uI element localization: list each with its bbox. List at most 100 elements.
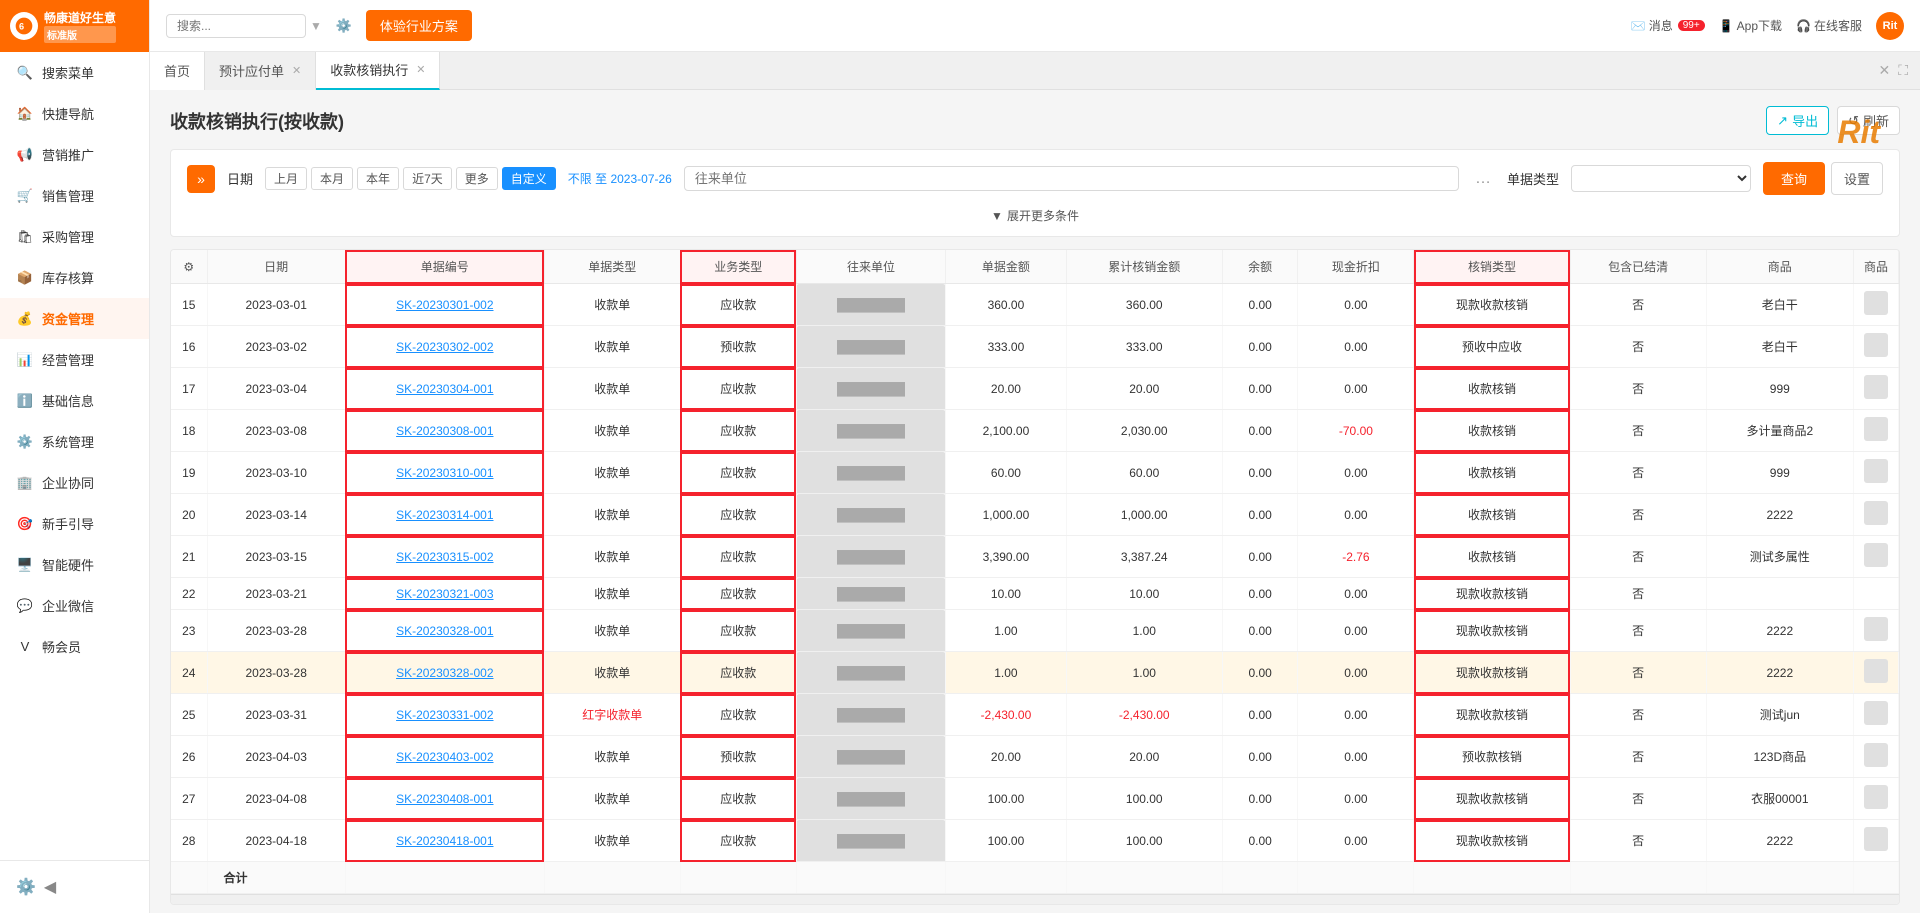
table-row: 222023-03-21SK-20230321-003收款单应收款███████…	[171, 578, 1899, 610]
sidebar-item-guide[interactable]: 🎯 新手引导	[0, 503, 149, 544]
app-download-button[interactable]: 📱 App下载	[1719, 17, 1782, 34]
sidebar-item-wechat[interactable]: 💬 企业微信	[0, 585, 149, 626]
home-icon: 🏠	[16, 105, 34, 123]
row-cancel-type: 收款核销	[1414, 410, 1570, 452]
doc-no-link[interactable]: SK-20230301-002	[396, 298, 493, 312]
filter-partner-input[interactable]	[684, 166, 1459, 191]
user-avatar[interactable]: Rit	[1876, 12, 1904, 40]
sidebar-item-finance[interactable]: 💰 资金管理	[0, 298, 149, 339]
row-biz-type: 预收款	[680, 326, 796, 368]
row-balance: 0.00	[1222, 578, 1298, 610]
sidebar-item-hardware[interactable]: 🖥️ 智能硬件	[0, 544, 149, 585]
tab-receipt-cancel[interactable]: 收款核销执行 ✕	[316, 52, 440, 90]
doc-no-link[interactable]: SK-20230408-001	[396, 792, 493, 806]
topbar-dropdown-icon[interactable]: ▼	[310, 19, 322, 33]
tab-receipt-cancel-close[interactable]: ✕	[416, 63, 425, 76]
row-no: 25	[171, 694, 207, 736]
row-cum-cancel: 2,030.00	[1066, 410, 1222, 452]
row-include-settled: 否	[1570, 368, 1706, 410]
row-biz-type: 应收款	[680, 578, 796, 610]
doc-no-link[interactable]: SK-20230315-002	[396, 550, 493, 564]
row-include-settled: 否	[1570, 284, 1706, 326]
doc-no-link[interactable]: SK-20230308-001	[396, 424, 493, 438]
filter-date-more[interactable]: 更多	[456, 167, 498, 190]
sidebar-item-operations[interactable]: 📊 经营管理	[0, 339, 149, 380]
filter-date-last-month[interactable]: 上月	[265, 167, 307, 190]
filter-date-this-year[interactable]: 本年	[357, 167, 399, 190]
sidebar-item-search[interactable]: 🔍 搜索菜单	[0, 52, 149, 93]
doc-no-link[interactable]: SK-20230302-002	[396, 340, 493, 354]
doc-no-link[interactable]: SK-20230403-002	[396, 750, 493, 764]
filter-toggle-button[interactable]: »	[187, 165, 215, 193]
filter-type-select[interactable]	[1571, 165, 1751, 192]
row-doc-no: SK-20230408-001	[345, 778, 544, 820]
col-cancel-type[interactable]: 核销类型	[1414, 250, 1570, 284]
sidebar-item-member[interactable]: V 畅会员	[0, 626, 149, 667]
col-date[interactable]: 日期	[207, 250, 345, 284]
col-balance[interactable]: 余额	[1222, 250, 1298, 284]
row-product2	[1853, 736, 1898, 778]
doc-no-link[interactable]: SK-20230321-003	[396, 587, 493, 601]
doc-no-link[interactable]: SK-20230328-001	[396, 624, 493, 638]
doc-no-link[interactable]: SK-20230314-001	[396, 508, 493, 522]
solution-button[interactable]: 体验行业方案	[366, 10, 472, 41]
row-product2	[1853, 820, 1898, 862]
col-cash-discount[interactable]: 现金折扣	[1298, 250, 1414, 284]
col-doc-type[interactable]: 单据类型	[544, 250, 680, 284]
sidebar-item-quick-nav[interactable]: 🏠 快捷导航	[0, 93, 149, 134]
sidebar-item-system[interactable]: ⚙️ 系统管理	[0, 421, 149, 462]
row-include-settled: 否	[1570, 778, 1706, 820]
row-cum-cancel: 20.00	[1066, 368, 1222, 410]
messages-button[interactable]: ✉️ 消息 99+	[1631, 17, 1705, 34]
tab-maximize-icon[interactable]: ⛶	[1898, 62, 1908, 79]
sidebar-item-purchase[interactable]: 🛍 采购管理	[0, 216, 149, 257]
row-no: 27	[171, 778, 207, 820]
row-cancel-type: 现款收款核销	[1414, 652, 1570, 694]
col-biz-type[interactable]: 业务类型	[680, 250, 796, 284]
sidebar-item-basic[interactable]: ℹ️ 基础信息	[0, 380, 149, 421]
row-biz-type: 应收款	[680, 452, 796, 494]
row-partner: ████████	[796, 494, 946, 536]
svg-text:6: 6	[19, 21, 24, 31]
sidebar-item-marketing[interactable]: 📢 营销推广	[0, 134, 149, 175]
tab-prepay[interactable]: 预计应付单 ✕	[205, 52, 316, 90]
expand-button[interactable]: ▼ 展开更多条件	[991, 207, 1079, 224]
info-icon: ℹ️	[16, 392, 34, 410]
sidebar-item-enterprise[interactable]: 🏢 企业协同	[0, 462, 149, 503]
table-row: 202023-03-14SK-20230314-001收款单应收款███████…	[171, 494, 1899, 536]
filter-date-custom[interactable]: 自定义	[502, 167, 556, 190]
col-gear[interactable]: ⚙	[171, 250, 207, 284]
export-button[interactable]: ↗ 导出	[1766, 106, 1829, 135]
col-include-settled[interactable]: 包含已结清	[1570, 250, 1706, 284]
topbar-gear-icon[interactable]: ⚙️	[330, 12, 358, 40]
doc-no-link[interactable]: SK-20230304-001	[396, 382, 493, 396]
col-doc-no[interactable]: 单据编号	[345, 250, 544, 284]
doc-no-link[interactable]: SK-20230418-001	[396, 834, 493, 848]
sidebar-item-inventory[interactable]: 📦 库存核算	[0, 257, 149, 298]
tab-home[interactable]: 首页	[150, 52, 205, 90]
row-no: 16	[171, 326, 207, 368]
tab-prepay-close[interactable]: ✕	[292, 64, 301, 77]
col-cum-cancel[interactable]: 累计核销金额	[1066, 250, 1222, 284]
sidebar-item-label: 搜索菜单	[42, 63, 94, 82]
col-partner[interactable]: 往来单位	[796, 250, 946, 284]
row-doc-no: SK-20230315-002	[345, 536, 544, 578]
collapse-icon[interactable]: ◀	[44, 877, 56, 897]
sidebar-item-sales[interactable]: 🛒 销售管理	[0, 175, 149, 216]
col-product[interactable]: 商品	[1706, 250, 1853, 284]
tab-close-all-icon[interactable]: ✕	[1878, 62, 1890, 79]
doc-no-link[interactable]: SK-20230310-001	[396, 466, 493, 480]
row-product: 老白干	[1706, 284, 1853, 326]
filter-date-7days[interactable]: 近7天	[403, 167, 452, 190]
row-doc-no: SK-20230403-002	[345, 736, 544, 778]
online-service-button[interactable]: 🎧 在线客服	[1796, 17, 1862, 34]
gear-bottom-icon[interactable]: ⚙️	[16, 877, 36, 897]
doc-no-link[interactable]: SK-20230331-002	[396, 708, 493, 722]
doc-no-link[interactable]: SK-20230328-002	[396, 666, 493, 680]
filter-date-this-month[interactable]: 本月	[311, 167, 353, 190]
query-button[interactable]: 查询	[1763, 162, 1825, 195]
col-amount[interactable]: 单据金额	[946, 250, 1066, 284]
topbar-search-input[interactable]	[166, 14, 306, 38]
col-product2[interactable]: 商品	[1853, 250, 1898, 284]
settings-button[interactable]: 设置	[1831, 162, 1883, 195]
